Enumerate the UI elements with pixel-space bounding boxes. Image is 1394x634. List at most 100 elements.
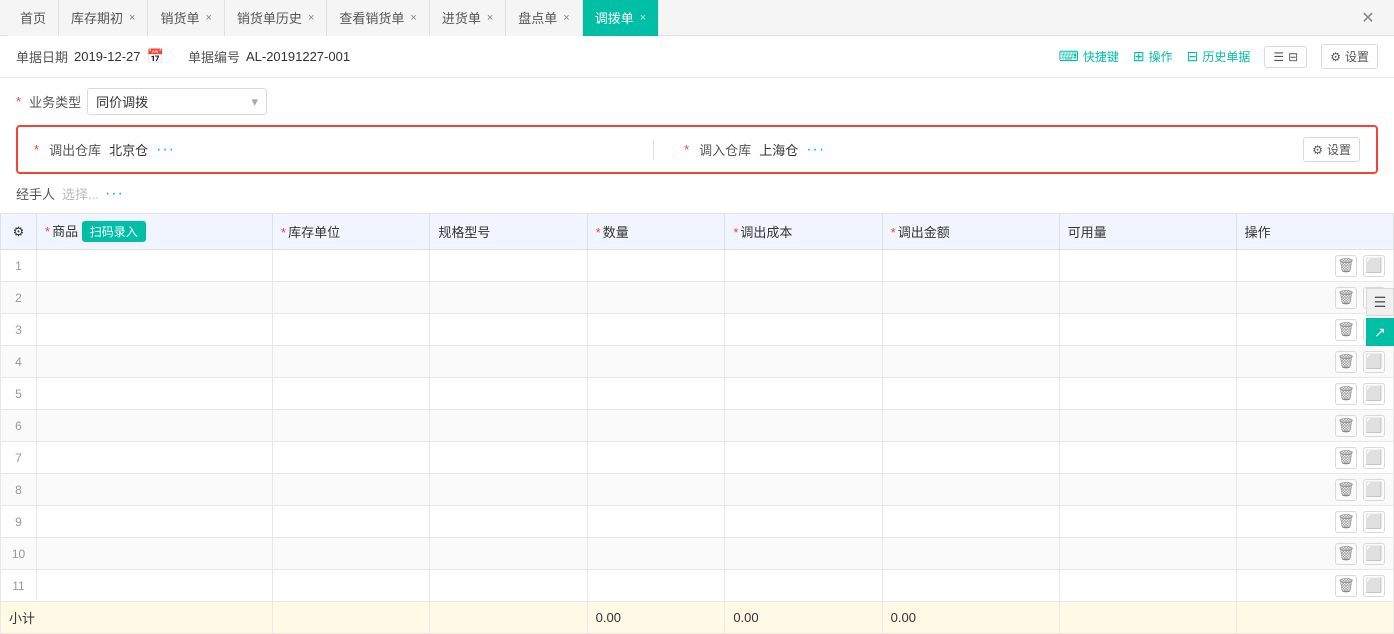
tab-close-sales[interactable]: × (205, 12, 211, 24)
cell-spec[interactable] (430, 570, 587, 602)
settings-button[interactable]: ⚙ 设置 (1321, 44, 1378, 69)
delete-icon[interactable]: 🗑 (1335, 351, 1357, 373)
cell-amount[interactable] (882, 410, 1059, 442)
cell-spec[interactable] (430, 314, 587, 346)
scan-button[interactable]: 扫码录入 (82, 221, 146, 242)
cell-qty[interactable] (587, 474, 725, 506)
delete-icon[interactable]: 🗑 (1335, 415, 1357, 437)
history-button[interactable]: ⊟ 历史单据 (1187, 48, 1251, 65)
cell-amount[interactable] (882, 250, 1059, 282)
transfer-in-value[interactable]: 上海仓 (759, 140, 798, 159)
cell-cost[interactable] (725, 506, 882, 538)
cell-unit[interactable] (273, 282, 430, 314)
cell-qty[interactable] (587, 346, 725, 378)
cell-product[interactable] (37, 474, 273, 506)
cell-unit[interactable] (273, 474, 430, 506)
cell-cost[interactable] (725, 410, 882, 442)
copy-row-icon[interactable]: ⬜ (1363, 255, 1385, 277)
cell-amount[interactable] (882, 282, 1059, 314)
cell-amount[interactable] (882, 474, 1059, 506)
calendar-icon[interactable]: 📅 (147, 48, 164, 65)
cell-qty[interactable] (587, 442, 725, 474)
sidebar-export-button[interactable]: ↗ (1366, 318, 1394, 346)
doc-date-value[interactable]: 2019-12-27 (74, 49, 141, 64)
tab-purchase[interactable]: 进货单 × (430, 0, 506, 36)
tab-close-view-sales[interactable]: × (410, 12, 416, 24)
table-settings-button[interactable]: ☰ ⊟ (1264, 46, 1307, 68)
cell-product[interactable] (37, 346, 273, 378)
cell-qty[interactable] (587, 506, 725, 538)
cell-unit[interactable] (273, 442, 430, 474)
cell-product[interactable] (37, 378, 273, 410)
cell-spec[interactable] (430, 442, 587, 474)
transfer-in-more-button[interactable]: ··· (806, 141, 825, 159)
tab-view-sales[interactable]: 查看销货单 × (327, 0, 429, 36)
delete-icon[interactable]: 🗑 (1335, 447, 1357, 469)
cell-product[interactable] (37, 250, 273, 282)
cell-cost[interactable] (725, 378, 882, 410)
th-settings[interactable]: ⚙ (1, 214, 37, 250)
tab-sales-history[interactable]: 销货单历史 × (225, 0, 327, 36)
tab-sales[interactable]: 销货单 × (148, 0, 224, 36)
copy-row-icon[interactable]: ⬜ (1363, 479, 1385, 501)
cell-spec[interactable] (430, 538, 587, 570)
cell-amount[interactable] (882, 538, 1059, 570)
cell-qty[interactable] (587, 410, 725, 442)
business-type-select[interactable]: 同价调拨 ▾ (87, 88, 267, 115)
sidebar-list-button[interactable]: ☰ (1366, 288, 1394, 316)
cell-amount[interactable] (882, 378, 1059, 410)
tab-home[interactable]: 首页 (8, 0, 59, 36)
cell-spec[interactable] (430, 250, 587, 282)
cell-amount[interactable] (882, 346, 1059, 378)
cell-cost[interactable] (725, 570, 882, 602)
cell-unit[interactable] (273, 346, 430, 378)
tab-close-inventory-init[interactable]: × (129, 12, 135, 24)
cell-qty[interactable] (587, 570, 725, 602)
cell-unit[interactable] (273, 506, 430, 538)
cell-unit[interactable] (273, 314, 430, 346)
cell-product[interactable] (37, 442, 273, 474)
cell-cost[interactable] (725, 250, 882, 282)
cell-cost[interactable] (725, 538, 882, 570)
copy-row-icon[interactable]: ⬜ (1363, 383, 1385, 405)
cell-qty[interactable] (587, 378, 725, 410)
cell-qty[interactable] (587, 282, 725, 314)
cell-cost[interactable] (725, 314, 882, 346)
tab-inventory-init[interactable]: 库存期初 × (59, 0, 148, 36)
cell-unit[interactable] (273, 250, 430, 282)
cell-qty[interactable] (587, 538, 725, 570)
transfer-out-more-button[interactable]: ··· (156, 141, 175, 159)
cell-amount[interactable] (882, 314, 1059, 346)
copy-row-icon[interactable]: ⬜ (1363, 511, 1385, 533)
shortcuts-button[interactable]: ⌨ 快捷键 (1059, 48, 1119, 65)
tab-close-transfer[interactable]: × (640, 12, 646, 24)
tab-transfer[interactable]: 调拨单 × (583, 0, 659, 36)
tab-close-sales-history[interactable]: × (308, 12, 314, 24)
cell-cost[interactable] (725, 282, 882, 314)
cell-product[interactable] (37, 570, 273, 602)
operations-button[interactable]: ⊞ 操作 (1133, 48, 1173, 65)
copy-row-icon[interactable]: ⬜ (1363, 543, 1385, 565)
close-window-button[interactable]: ✕ (1350, 0, 1386, 36)
cell-amount[interactable] (882, 442, 1059, 474)
cell-unit[interactable] (273, 570, 430, 602)
cell-cost[interactable] (725, 442, 882, 474)
cell-qty[interactable] (587, 250, 725, 282)
warehouse-settings-button[interactable]: ⚙ 设置 (1303, 137, 1360, 162)
cell-spec[interactable] (430, 378, 587, 410)
delete-icon[interactable]: 🗑 (1335, 511, 1357, 533)
cell-product[interactable] (37, 506, 273, 538)
cell-spec[interactable] (430, 410, 587, 442)
cell-spec[interactable] (430, 282, 587, 314)
person-select[interactable]: 选择... (62, 184, 99, 203)
cell-product[interactable] (37, 410, 273, 442)
delete-icon[interactable]: 🗑 (1335, 255, 1357, 277)
cell-unit[interactable] (273, 378, 430, 410)
cell-amount[interactable] (882, 570, 1059, 602)
delete-icon[interactable]: 🗑 (1335, 383, 1357, 405)
delete-icon[interactable]: 🗑 (1335, 319, 1357, 341)
cell-unit[interactable] (273, 410, 430, 442)
tab-inventory[interactable]: 盘点单 × (506, 0, 582, 36)
delete-icon[interactable]: 🗑 (1335, 575, 1357, 597)
delete-icon[interactable]: 🗑 (1335, 287, 1357, 309)
